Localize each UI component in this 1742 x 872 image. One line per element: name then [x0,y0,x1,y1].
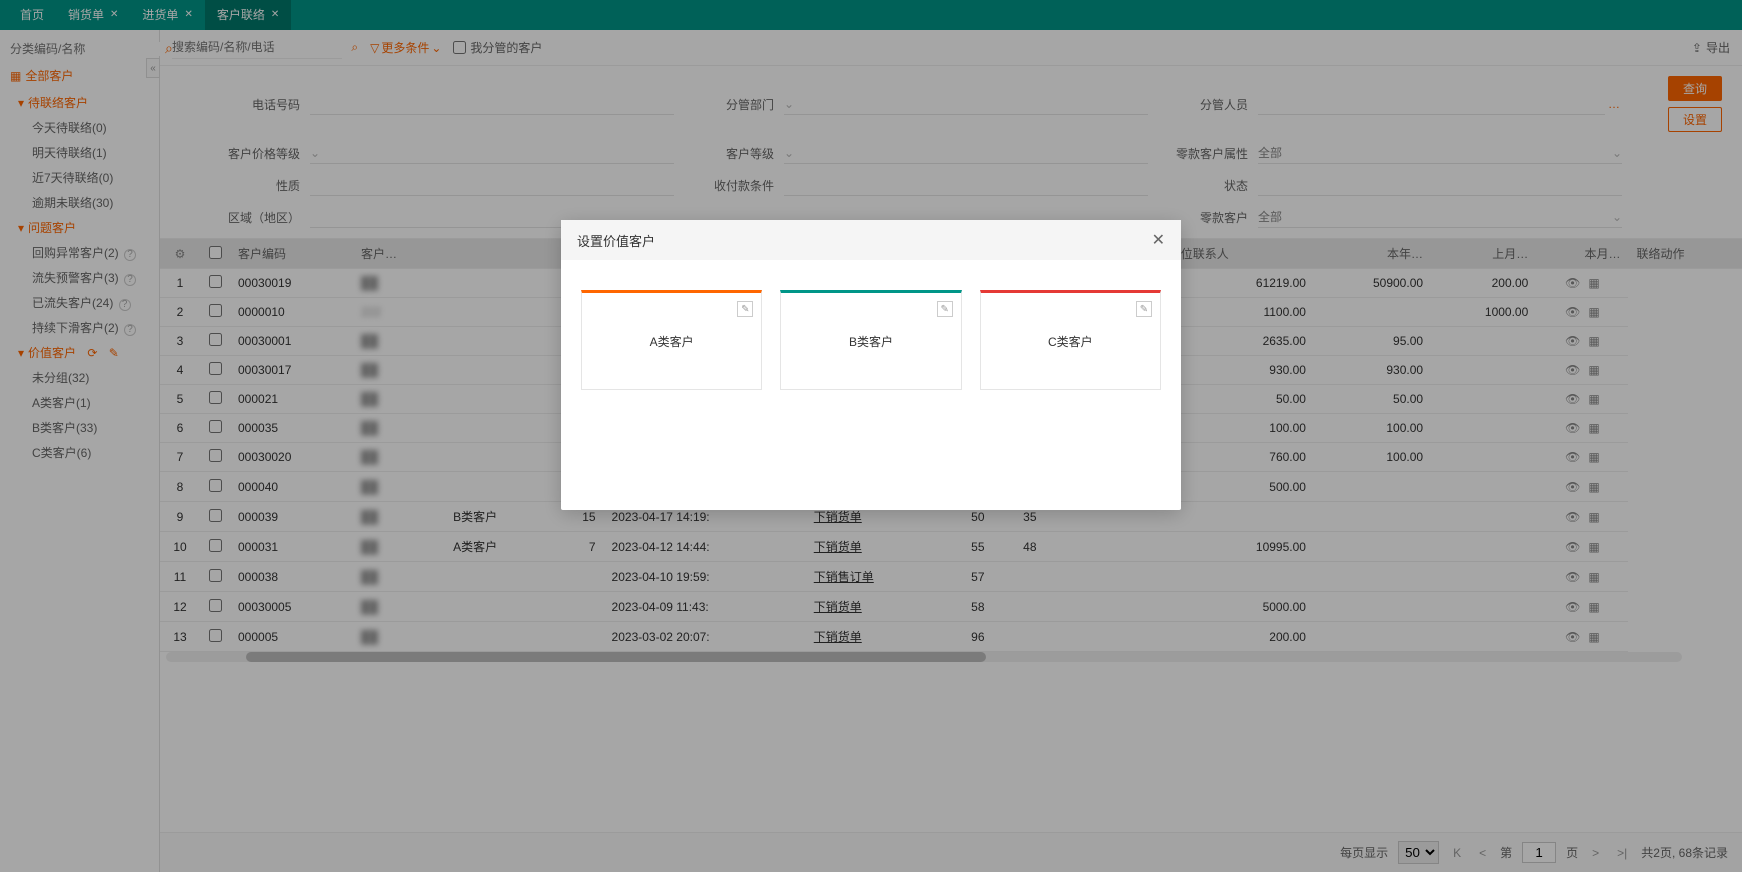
card-b-customer[interactable]: ✎ B类客户 [780,290,961,390]
edit-icon[interactable]: ✎ [737,301,753,317]
card-a-customer[interactable]: ✎ A类客户 [581,290,762,390]
value-customer-modal: 设置价值客户 ✕ ✎ A类客户 ✎ B类客户 ✎ C类客户 [561,220,1181,510]
modal-title: 设置价值客户 [577,231,655,250]
edit-icon[interactable]: ✎ [937,301,953,317]
edit-icon[interactable]: ✎ [1136,301,1152,317]
close-icon[interactable]: ✕ [1152,230,1165,250]
modal-overlay[interactable]: 设置价值客户 ✕ ✎ A类客户 ✎ B类客户 ✎ C类客户 [0,0,1742,872]
card-c-customer[interactable]: ✎ C类客户 [980,290,1161,390]
